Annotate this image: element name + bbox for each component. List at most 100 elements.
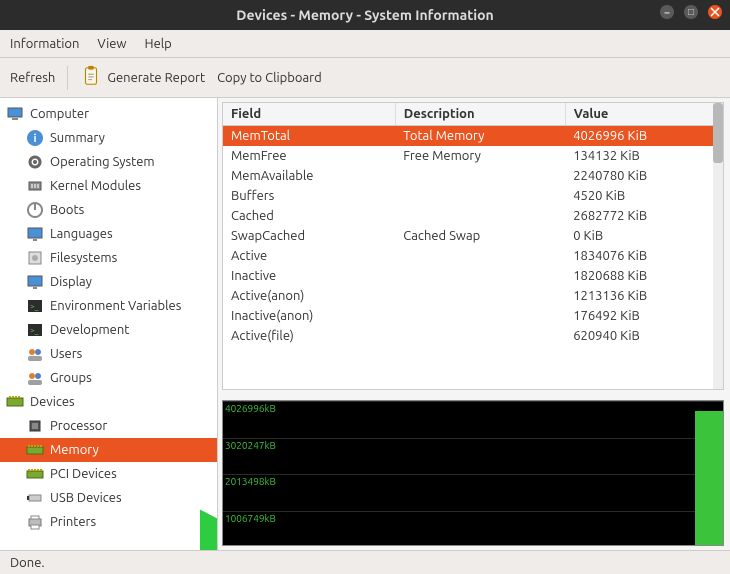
sidebar-item-languages[interactable]: Languages bbox=[0, 222, 217, 246]
sidebar-item-label: Languages bbox=[50, 227, 113, 241]
cell-desc bbox=[395, 286, 565, 306]
cell-desc bbox=[395, 186, 565, 206]
cell-value: 134132 KiB bbox=[565, 146, 722, 166]
sidebar-item-groups[interactable]: Groups bbox=[0, 366, 217, 390]
info-icon: i bbox=[26, 129, 44, 147]
terminal-icon: >_ bbox=[26, 321, 44, 339]
cell-value: 0 KiB bbox=[565, 226, 722, 246]
memory-table[interactable]: Field Description Value MemTotalTotal Me… bbox=[222, 102, 724, 390]
generate-report-button[interactable]: Generate Report bbox=[80, 65, 205, 90]
sidebar-item-kernel-modules[interactable]: Kernel Modules bbox=[0, 174, 217, 198]
sidebar-item-usb-devices[interactable]: USB Devices bbox=[0, 486, 217, 510]
sidebar-item-label: Summary bbox=[50, 131, 105, 145]
sidebar-item-summary[interactable]: i Summary bbox=[0, 126, 217, 150]
ram-icon bbox=[26, 441, 44, 459]
main-area: Computer i Summary Operating System Kernel … bbox=[0, 98, 730, 550]
table-row[interactable]: MemTotalTotal Memory4026996 KiB bbox=[223, 126, 723, 147]
sidebar-item-pci-devices[interactable]: PCI Devices bbox=[0, 462, 217, 486]
cell-desc bbox=[395, 306, 565, 326]
graph-gridline bbox=[223, 401, 723, 402]
sidebar-item-label: Display bbox=[50, 275, 92, 289]
sidebar-item-development[interactable]: >_Development bbox=[0, 318, 217, 342]
sidebar-item-processor[interactable]: Processor bbox=[0, 414, 217, 438]
table-scrollbar[interactable] bbox=[713, 103, 723, 389]
table-row[interactable]: Cached2682772 KiB bbox=[223, 206, 723, 226]
table-row[interactable]: Inactive 1820688 KiB bbox=[223, 266, 723, 286]
sidebar-item-users[interactable]: Users bbox=[0, 342, 217, 366]
refresh-label: Refresh bbox=[10, 71, 55, 85]
sidebar-item-label: Boots bbox=[50, 203, 84, 217]
toolbar: Refresh Generate Report Copy to Clipboar… bbox=[0, 58, 730, 98]
report-label: Generate Report bbox=[107, 71, 205, 85]
sidebar-group-devices[interactable]: Devices bbox=[0, 390, 217, 414]
table-row[interactable]: Active(anon) 1213136 KiB bbox=[223, 286, 723, 306]
maximize-button[interactable]: □ bbox=[684, 5, 698, 19]
ram-icon bbox=[26, 465, 44, 483]
cell-field: Active(file) bbox=[223, 326, 395, 346]
chip-icon bbox=[26, 417, 44, 435]
table-row[interactable]: Inactive(anon)176492 KiB bbox=[223, 306, 723, 326]
clipboard-label: Copy to Clipboard bbox=[217, 71, 322, 85]
menu-information[interactable]: Information bbox=[10, 37, 79, 51]
col-field[interactable]: Field bbox=[223, 103, 395, 126]
sidebar-item-label: Users bbox=[50, 347, 82, 361]
users-icon bbox=[26, 345, 44, 363]
terminal-icon: >_ bbox=[26, 297, 44, 315]
menubar: Information View Help bbox=[0, 30, 730, 58]
cell-value: 620940 KiB bbox=[565, 326, 722, 346]
module-icon bbox=[26, 177, 44, 195]
computer-icon bbox=[6, 105, 24, 123]
sidebar[interactable]: Computer i Summary Operating System Kernel … bbox=[0, 98, 218, 550]
sidebar-item-filesystems[interactable]: Filesystems bbox=[0, 246, 217, 270]
refresh-button[interactable]: Refresh bbox=[10, 71, 55, 85]
close-button[interactable] bbox=[708, 5, 722, 19]
sidebar-item-display[interactable]: Display bbox=[0, 270, 217, 294]
disk-icon bbox=[26, 249, 44, 267]
cell-desc: Free Memory bbox=[395, 146, 565, 166]
titlebar: Devices - Memory - System Information – … bbox=[0, 0, 730, 30]
sidebar-item-boots[interactable]: Boots bbox=[0, 198, 217, 222]
sidebar-item-label: USB Devices bbox=[50, 491, 122, 505]
table-row[interactable]: Active1834076 KiB bbox=[223, 246, 723, 266]
table-row[interactable]: Active(file) 620940 KiB bbox=[223, 326, 723, 346]
table-row[interactable]: SwapCachedCached Swap0 KiB bbox=[223, 226, 723, 246]
devices-icon bbox=[6, 393, 24, 411]
sidebar-item-label: Kernel Modules bbox=[50, 179, 141, 193]
sidebar-item-printers[interactable]: Printers bbox=[0, 510, 217, 534]
window-title: Devices - Memory - System Information bbox=[236, 7, 494, 23]
cell-value: 4026996 KiB bbox=[565, 126, 722, 147]
cell-field: Cached bbox=[223, 206, 395, 226]
sidebar-group-computer[interactable]: Computer bbox=[0, 102, 217, 126]
sidebar-group-label: Computer bbox=[30, 107, 89, 121]
sidebar-item-label: Printers bbox=[50, 515, 96, 529]
cell-field: MemFree bbox=[223, 146, 395, 166]
sidebar-item-operating-system[interactable]: Operating System bbox=[0, 150, 217, 174]
table-row[interactable]: MemFreeFree Memory134132 KiB bbox=[223, 146, 723, 166]
cell-value: 1820688 KiB bbox=[565, 266, 722, 286]
graph-gridline bbox=[223, 474, 723, 475]
cell-field: Inactive bbox=[223, 266, 395, 286]
cell-field: Active(anon) bbox=[223, 286, 395, 306]
printer-icon bbox=[26, 513, 44, 531]
col-value[interactable]: Value bbox=[565, 103, 722, 126]
cell-value: 176492 KiB bbox=[565, 306, 722, 326]
menu-help[interactable]: Help bbox=[145, 37, 172, 51]
sidebar-item-environment-variables[interactable]: >_Environment Variables bbox=[0, 294, 217, 318]
cell-value: 1213136 KiB bbox=[565, 286, 722, 306]
cell-value: 2240780 KiB bbox=[565, 166, 722, 186]
status-bar: Done. bbox=[0, 550, 730, 574]
sidebar-item-memory[interactable]: Memory bbox=[0, 438, 217, 462]
menu-view[interactable]: View bbox=[97, 37, 126, 51]
copy-clipboard-button[interactable]: Copy to Clipboard bbox=[217, 71, 322, 85]
minimize-button[interactable]: – bbox=[660, 5, 674, 19]
table-row[interactable]: MemAvailable2240780 KiB bbox=[223, 166, 723, 186]
gear-icon bbox=[26, 153, 44, 171]
cell-value: 4520 KiB bbox=[565, 186, 722, 206]
sidebar-item-label: Operating System bbox=[50, 155, 155, 169]
cell-field: MemTotal bbox=[223, 126, 395, 147]
col-description[interactable]: Description bbox=[395, 103, 565, 126]
sidebar-item-label: Memory bbox=[50, 443, 99, 457]
cell-desc bbox=[395, 206, 565, 226]
svg-text:>_: >_ bbox=[30, 302, 39, 311]
table-row[interactable]: Buffers4520 KiB bbox=[223, 186, 723, 206]
